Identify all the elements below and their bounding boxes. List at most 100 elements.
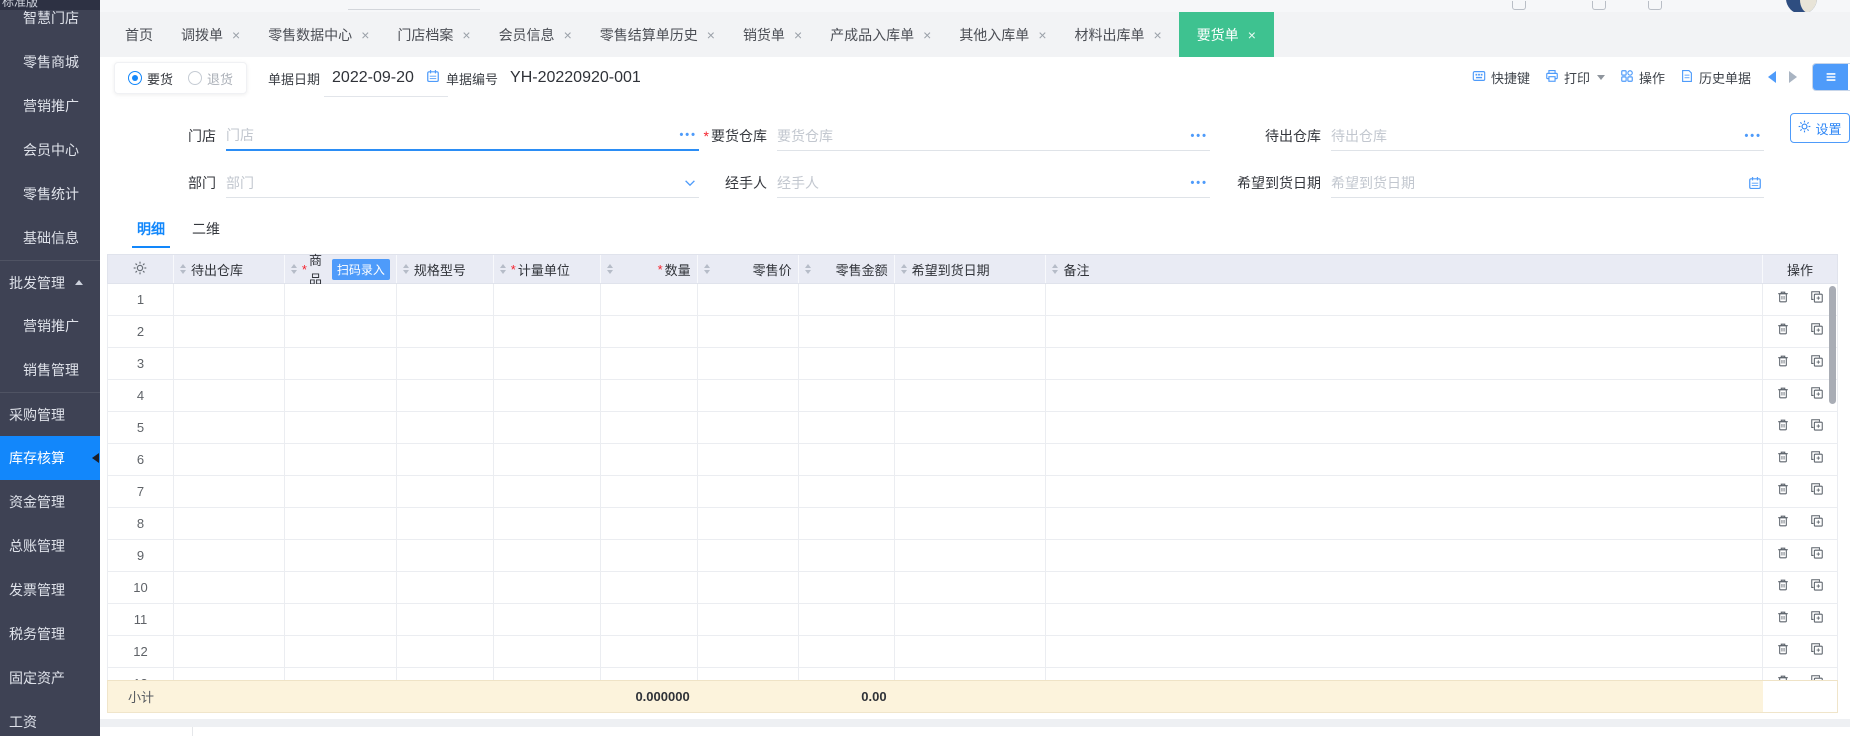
grid-cell[interactable] [494, 668, 601, 680]
grid-cell[interactable] [799, 316, 895, 347]
grid-cell[interactable] [285, 636, 397, 667]
grid-column-settings[interactable] [108, 255, 174, 283]
sort-icons[interactable] [1052, 264, 1059, 274]
column-header-零售金额[interactable]: 零售金额 [799, 255, 895, 283]
close-icon[interactable]: × [707, 28, 715, 42]
sort-icons[interactable] [900, 264, 907, 274]
grid-cell[interactable] [698, 284, 799, 315]
topbar-icon-fragment[interactable] [1592, 1, 1606, 10]
grid-cell[interactable] [799, 668, 895, 680]
delete-row-icon[interactable] [1776, 514, 1790, 533]
grid-cell[interactable] [285, 316, 397, 347]
grid-cell[interactable] [285, 508, 397, 539]
grid-cell[interactable] [698, 476, 799, 507]
detail-tab-二维[interactable]: 二维 [192, 219, 220, 248]
grid-cell[interactable] [285, 348, 397, 379]
grid-cell[interactable] [895, 668, 1047, 680]
grid-cell[interactable] [285, 444, 397, 475]
copy-row-icon[interactable] [1810, 450, 1824, 469]
grid-cell[interactable] [895, 508, 1047, 539]
grid-cell[interactable] [601, 636, 698, 667]
grid-cell[interactable] [895, 316, 1047, 347]
grid-cell[interactable] [698, 668, 799, 680]
grid-cell[interactable] [494, 572, 601, 603]
copy-row-icon[interactable] [1810, 514, 1824, 533]
actions-button[interactable]: 操作 [1620, 68, 1665, 87]
grid-cell[interactable] [397, 476, 494, 507]
grid-cell[interactable] [1046, 508, 1764, 539]
tab-门店档案[interactable]: 门店档案 × [386, 12, 481, 57]
grid-cell[interactable] [698, 636, 799, 667]
grid-cell[interactable] [494, 380, 601, 411]
sidebar-item-总账管理[interactable]: 总账管理 [0, 524, 100, 568]
grid-cell[interactable] [1046, 348, 1764, 379]
grid-cell[interactable] [285, 476, 397, 507]
grid-cell[interactable] [1046, 284, 1764, 315]
grid-cell[interactable] [601, 316, 698, 347]
delete-row-icon[interactable] [1776, 578, 1790, 597]
grid-cell[interactable] [601, 476, 698, 507]
sidebar-item-零售商城[interactable]: 零售商城 [0, 40, 100, 84]
grid-cell[interactable] [285, 380, 397, 411]
grid-cell[interactable] [1046, 316, 1764, 347]
grid-cell[interactable] [494, 444, 601, 475]
grid-cell[interactable] [601, 668, 698, 680]
close-icon[interactable]: × [564, 28, 572, 42]
copy-row-icon[interactable] [1810, 610, 1824, 629]
sidebar-item-采购管理[interactable]: 采购管理 [0, 392, 100, 436]
grid-cell[interactable] [601, 412, 698, 443]
grid-cell[interactable] [397, 508, 494, 539]
close-icon[interactable]: × [923, 28, 931, 42]
grid-cell[interactable] [494, 604, 601, 635]
grid-cell[interactable] [174, 412, 285, 443]
grid-cell[interactable] [397, 540, 494, 571]
grid-cell[interactable] [601, 540, 698, 571]
copy-row-icon[interactable] [1810, 642, 1824, 661]
grid-cell[interactable] [1046, 412, 1764, 443]
grid-cell[interactable] [285, 572, 397, 603]
grid-cell[interactable] [799, 604, 895, 635]
sidebar-item-零售统计[interactable]: 零售统计 [0, 172, 100, 216]
grid-cell[interactable] [397, 444, 494, 475]
sidebar-item-发票管理[interactable]: 发票管理 [0, 568, 100, 612]
sidebar-item-营销推广[interactable]: 营销推广 [0, 304, 100, 348]
grid-cell[interactable] [601, 284, 698, 315]
grid-cell[interactable] [1046, 380, 1764, 411]
grid-cell[interactable] [799, 508, 895, 539]
copy-row-icon[interactable] [1810, 290, 1824, 309]
grid-cell[interactable] [1046, 636, 1764, 667]
detail-tab-明细[interactable]: 明细 [132, 219, 170, 248]
grid-cell[interactable] [698, 540, 799, 571]
sort-icons[interactable] [499, 264, 506, 274]
grid-cell[interactable] [174, 284, 285, 315]
lookup-ellipsis-icon[interactable]: ••• [1744, 130, 1762, 142]
grid-cell[interactable] [799, 380, 895, 411]
grid-cell[interactable] [799, 540, 895, 571]
grid-cell[interactable] [601, 508, 698, 539]
copy-row-icon[interactable] [1810, 546, 1824, 565]
grid-cell[interactable] [397, 316, 494, 347]
grid-cell[interactable] [1046, 540, 1764, 571]
topbar-icon-fragment[interactable] [1648, 1, 1662, 10]
grid-cell[interactable] [895, 412, 1047, 443]
tab-产成品入库单[interactable]: 产成品入库单 × [819, 12, 942, 57]
grid-cell[interactable] [494, 316, 601, 347]
column-header-规格型号[interactable]: 规格型号 [397, 255, 494, 283]
grid-cell[interactable] [174, 444, 285, 475]
sort-icons[interactable] [290, 264, 297, 274]
grid-cell[interactable] [1046, 668, 1764, 680]
sidebar-item-营销推广[interactable]: 营销推广 [0, 84, 100, 128]
tab-要货单[interactable]: 要货单 × [1178, 12, 1274, 57]
close-icon[interactable]: × [1038, 28, 1046, 42]
grid-cell[interactable] [698, 348, 799, 379]
grid-cell[interactable] [494, 508, 601, 539]
delete-row-icon[interactable] [1776, 418, 1790, 437]
grid-cell[interactable] [799, 348, 895, 379]
grid-cell[interactable] [285, 604, 397, 635]
out-warehouse-input[interactable]: 待出仓库 ••• [1331, 121, 1764, 151]
scrollbar-thumb[interactable] [1829, 286, 1836, 404]
grid-cell[interactable] [397, 348, 494, 379]
grid-cell[interactable] [698, 604, 799, 635]
delete-row-icon[interactable] [1776, 450, 1790, 469]
tab-材料出库单[interactable]: 材料出库单 × [1064, 12, 1173, 57]
